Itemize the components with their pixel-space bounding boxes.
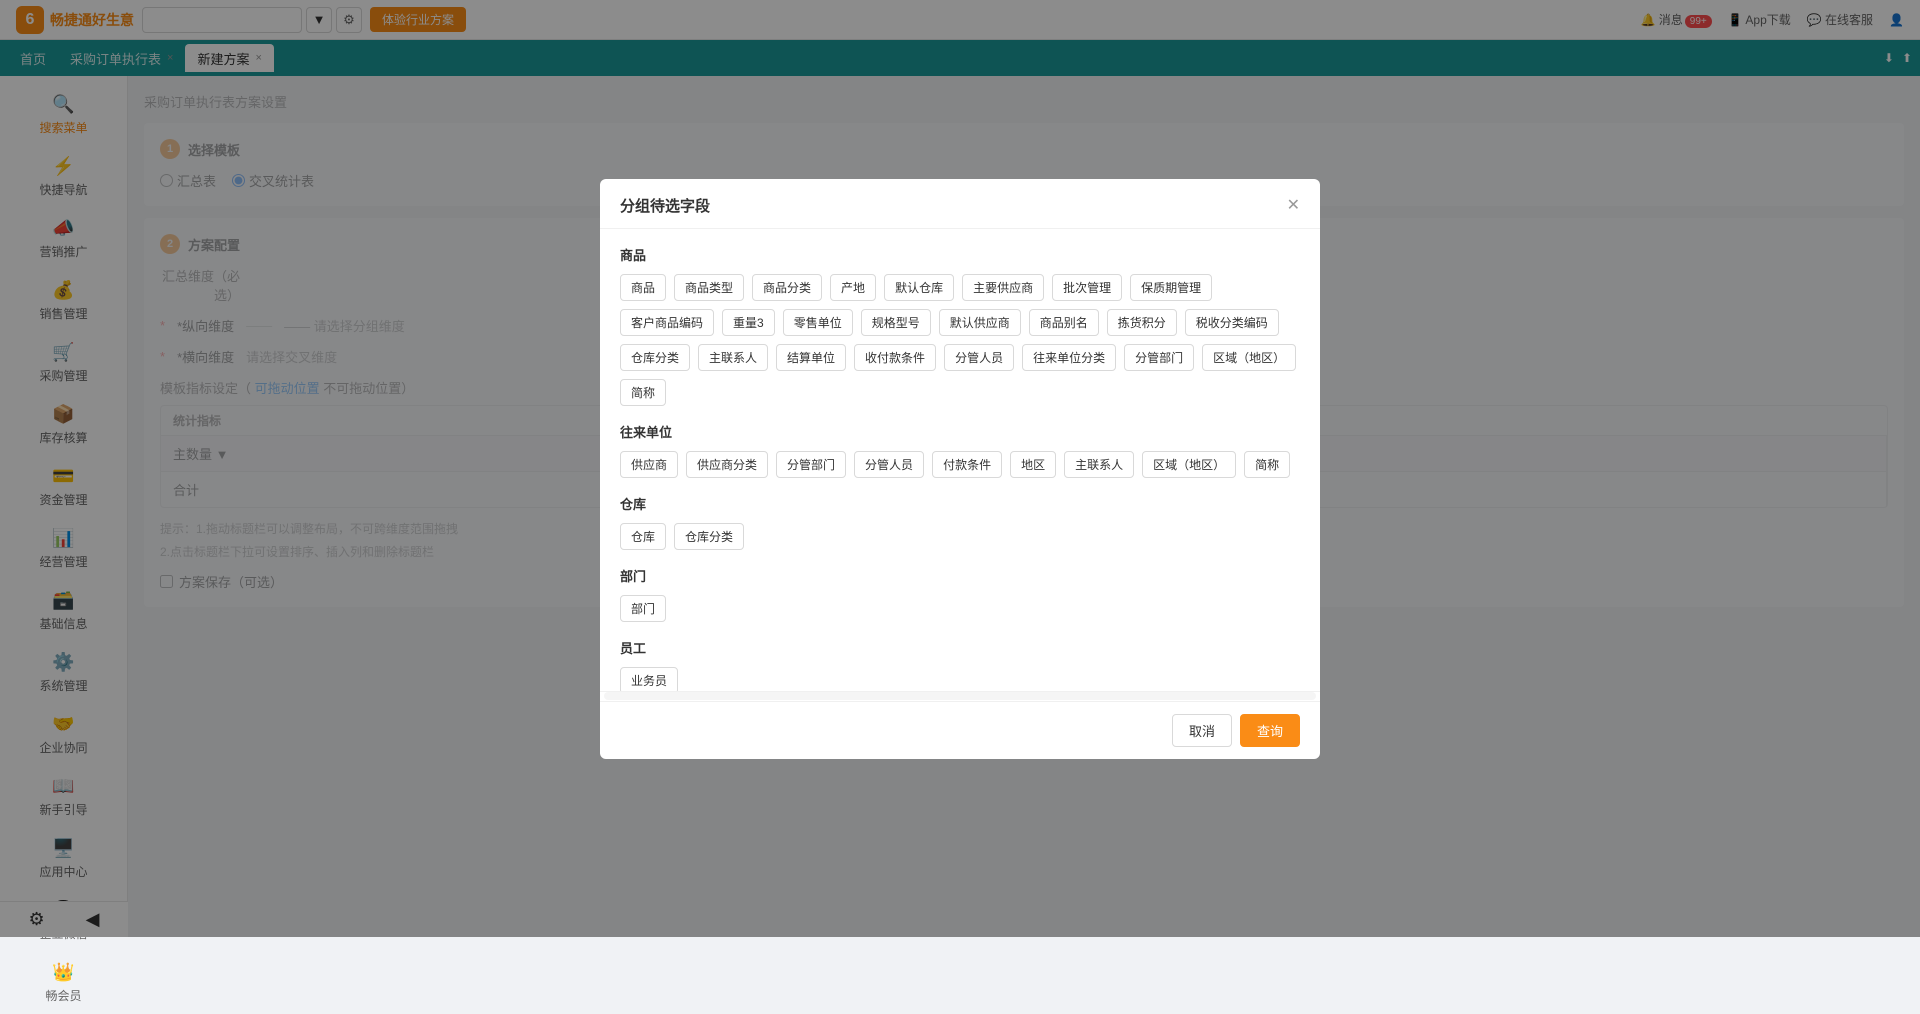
field-tag-1-5[interactable]: 地区: [1010, 451, 1056, 478]
confirm-button[interactable]: 查询: [1240, 714, 1300, 747]
modal-title: 分组待选字段: [620, 195, 710, 216]
field-tags-4: 业务员: [620, 667, 1300, 691]
field-group-title-0: 商品: [620, 245, 1300, 264]
field-tag-0-22[interactable]: 分管部门: [1124, 344, 1194, 371]
field-tags-1: 供应商供应商分类分管部门分管人员付款条件地区主联系人区域（地区） 简称: [620, 451, 1300, 478]
member-icon: 👑: [52, 962, 74, 983]
field-tag-0-16[interactable]: 仓库分类: [620, 344, 690, 371]
field-tag-0-7[interactable]: 保质期管理: [1130, 274, 1212, 301]
field-tag-0-15[interactable]: 税收分类编码: [1185, 309, 1279, 336]
field-tag-1-6[interactable]: 主联系人: [1064, 451, 1134, 478]
field-tag-1-1[interactable]: 供应商分类: [686, 451, 768, 478]
field-tag-1-2[interactable]: 分管部门: [776, 451, 846, 478]
cancel-button[interactable]: 取消: [1172, 714, 1232, 747]
field-tag-0-4[interactable]: 默认仓库: [884, 274, 954, 301]
field-group-title-4: 员工: [620, 638, 1300, 657]
field-tag-0-11[interactable]: 规格型号: [861, 309, 931, 336]
field-tag-0-6[interactable]: 批次管理: [1052, 274, 1122, 301]
field-tag-0-2[interactable]: 商品分类: [752, 274, 822, 301]
field-tag-0-13[interactable]: 商品别名: [1029, 309, 1099, 336]
field-tag-1-0[interactable]: 供应商: [620, 451, 678, 478]
field-select-modal: 分组待选字段 ✕ 商品商品商品类型商品分类产地默认仓库主要供应商批次管理保质期管…: [600, 179, 1320, 759]
field-tag-0-5[interactable]: 主要供应商: [962, 274, 1044, 301]
field-tag-0-19[interactable]: 收付款条件: [854, 344, 936, 371]
field-tag-2-0[interactable]: 仓库: [620, 523, 666, 550]
modal-hscroll[interactable]: [600, 691, 1320, 701]
field-tag-0-10[interactable]: 零售单位: [783, 309, 853, 336]
field-tag-1-4[interactable]: 付款条件: [932, 451, 1002, 478]
field-group-2: 仓库仓库仓库分类: [620, 494, 1300, 550]
field-tag-0-23[interactable]: 区域（地区）: [1202, 344, 1296, 371]
field-tag-0-12[interactable]: 默认供应商: [939, 309, 1021, 336]
sidebar-item-member[interactable]: 👑 畅会员: [0, 952, 127, 1014]
field-group-3: 部门部门: [620, 566, 1300, 622]
field-group-1: 往来单位供应商供应商分类分管部门分管人员付款条件地区主联系人区域（地区） 简称: [620, 422, 1300, 478]
field-group-title-1: 往来单位: [620, 422, 1300, 441]
modal-overlay: 分组待选字段 ✕ 商品商品商品类型商品分类产地默认仓库主要供应商批次管理保质期管…: [0, 0, 1920, 937]
modal-footer: 取消 查询: [600, 701, 1320, 759]
sidebar-item-member-label: 畅会员: [45, 987, 81, 1004]
field-tag-0-18[interactable]: 结算单位: [776, 344, 846, 371]
modal-hscroll-inner: [604, 692, 1316, 700]
field-group-4: 员工业务员: [620, 638, 1300, 691]
field-tags-0: 商品商品类型商品分类产地默认仓库主要供应商批次管理保质期管理客户商品编码重量3 零…: [620, 274, 1300, 406]
field-tag-1-8[interactable]: 简称: [1244, 451, 1290, 478]
field-tag-3-0[interactable]: 部门: [620, 595, 666, 622]
field-tag-1-3[interactable]: 分管人员: [854, 451, 924, 478]
field-tags-2: 仓库仓库分类: [620, 523, 1300, 550]
field-tag-1-7[interactable]: 区域（地区）: [1142, 451, 1236, 478]
field-group-title-3: 部门: [620, 566, 1300, 585]
field-tag-0-17[interactable]: 主联系人: [698, 344, 768, 371]
field-group-0: 商品商品商品类型商品分类产地默认仓库主要供应商批次管理保质期管理客户商品编码重量…: [620, 245, 1300, 406]
field-tag-0-9[interactable]: 重量3: [722, 309, 775, 336]
field-tag-2-1[interactable]: 仓库分类: [674, 523, 744, 550]
field-tag-0-0[interactable]: 商品: [620, 274, 666, 301]
modal-close-btn[interactable]: ✕: [1287, 195, 1300, 215]
field-tags-3: 部门: [620, 595, 1300, 622]
modal-header: 分组待选字段 ✕: [600, 179, 1320, 229]
field-tag-0-21[interactable]: 往来单位分类: [1022, 344, 1116, 371]
field-tag-0-3[interactable]: 产地: [830, 274, 876, 301]
field-tag-0-8[interactable]: 客户商品编码: [620, 309, 714, 336]
field-tag-4-0[interactable]: 业务员: [620, 667, 678, 691]
field-tag-0-1[interactable]: 商品类型: [674, 274, 744, 301]
field-tag-0-14[interactable]: 拣货积分: [1107, 309, 1177, 336]
field-tag-0-20[interactable]: 分管人员: [944, 344, 1014, 371]
modal-body[interactable]: 商品商品商品类型商品分类产地默认仓库主要供应商批次管理保质期管理客户商品编码重量…: [600, 229, 1320, 691]
field-group-title-2: 仓库: [620, 494, 1300, 513]
field-tag-0-24[interactable]: 简称: [620, 379, 666, 406]
